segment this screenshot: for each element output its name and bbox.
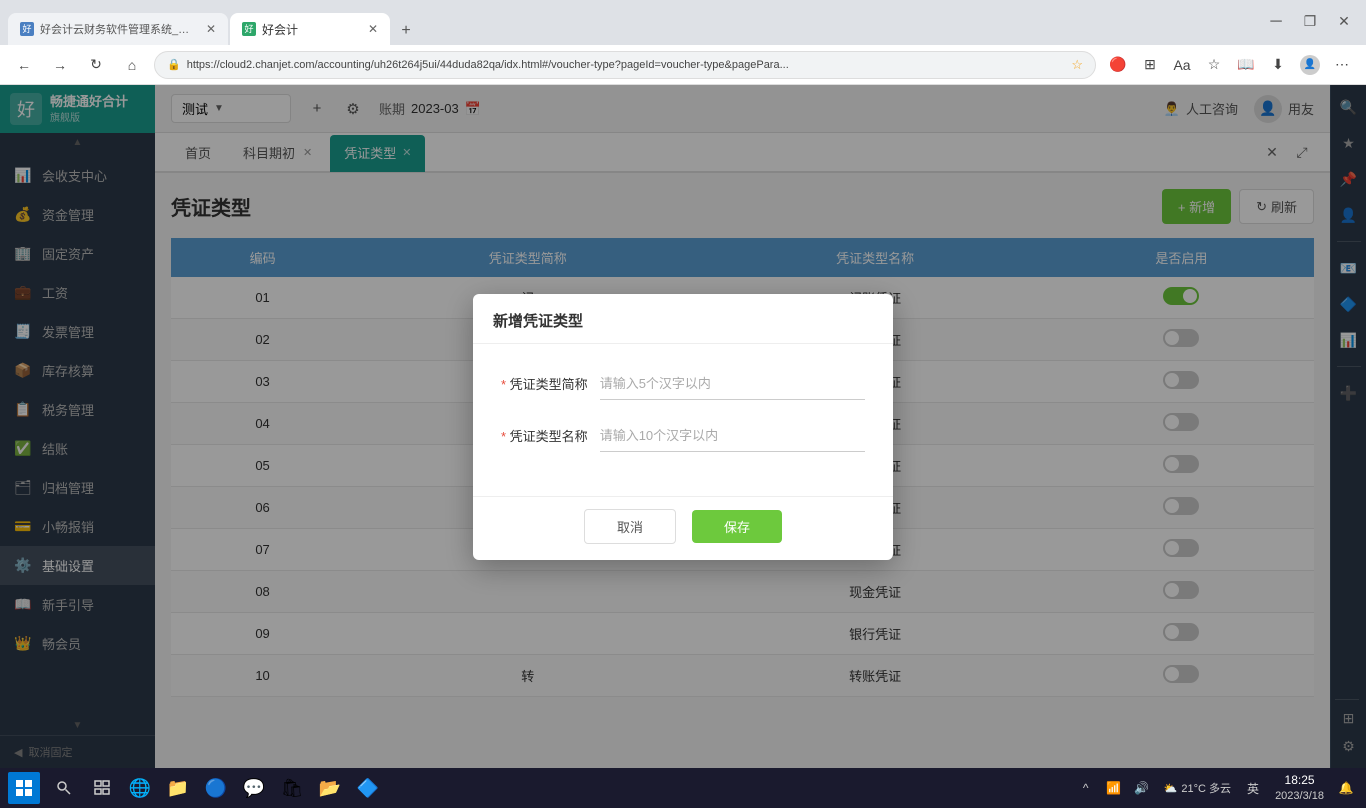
- split-view-button[interactable]: ⊞: [1136, 51, 1164, 79]
- add-voucher-type-modal: 新增凭证类型 凭证类型简称 凭证类型名称 取消 保存: [473, 294, 893, 560]
- new-tab-button[interactable]: +: [392, 17, 420, 45]
- extensions-button[interactable]: 🔴: [1104, 51, 1132, 79]
- modal-body: 凭证类型简称 凭证类型名称: [473, 344, 893, 496]
- url-bar[interactable]: 🔒 https://cloud2.chanjet.com/accounting/…: [154, 51, 1096, 79]
- taskbar-sys-icons: ^ 📶 🔊: [1074, 776, 1154, 800]
- taskbar-task-view[interactable]: [86, 772, 118, 804]
- modal-title: 新增凭证类型: [493, 313, 583, 330]
- close-button[interactable]: ✕: [1330, 8, 1358, 36]
- browser-nav: ← → ↻ ⌂ 🔒 https://cloud2.chanjet.com/acc…: [0, 45, 1366, 85]
- forward-button[interactable]: →: [46, 51, 74, 79]
- downloads-button[interactable]: ⬇: [1264, 51, 1292, 79]
- maximize-button[interactable]: ❐: [1296, 8, 1324, 36]
- taskbar-explorer[interactable]: 📁: [162, 772, 194, 804]
- full-name-field: 凭证类型名称: [501, 420, 865, 452]
- taskbar-right: ^ 📶 🔊 ⛅ 21°C 多云 英 18:25 2023/3/18 🔔: [1074, 772, 1358, 804]
- full-name-input[interactable]: [600, 420, 865, 452]
- taskbar-edge-app[interactable]: 🔷: [352, 772, 384, 804]
- tab-close-1[interactable]: ✕: [206, 22, 216, 36]
- bookmark-icon[interactable]: ☆: [1071, 57, 1083, 73]
- tab-title-2: 好会计: [262, 21, 362, 38]
- nav-right-icons: 🔴 ⊞ Aa ☆ 📖 ⬇ 👤 ⋯: [1104, 51, 1356, 79]
- taskbar-volume[interactable]: 🔊: [1130, 776, 1154, 800]
- profile-button[interactable]: 👤: [1296, 51, 1324, 79]
- more-button[interactable]: ⋯: [1328, 51, 1356, 79]
- taskbar-edge[interactable]: 🌐: [124, 772, 156, 804]
- date-text: 2023/3/18: [1275, 789, 1324, 804]
- modal-overlay: 新增凭证类型 凭证类型简称 凭证类型名称 取消 保存: [0, 85, 1366, 768]
- weather-text: 21°C 多云: [1181, 780, 1231, 796]
- save-button[interactable]: 保存: [692, 510, 782, 543]
- full-name-label: 凭证类型名称: [501, 426, 588, 445]
- taskbar-store[interactable]: 🛍: [276, 772, 308, 804]
- modal-footer: 取消 保存: [473, 496, 893, 560]
- cancel-button[interactable]: 取消: [584, 509, 676, 544]
- taskbar-chrome[interactable]: 🔵: [200, 772, 232, 804]
- browser-tabs: 好 好会计云财务软件管理系统_会计 ✕ 好 好会计 ✕ +: [8, 0, 1256, 45]
- weather-icon: ⛅: [1164, 782, 1178, 795]
- modal-header: 新增凭证类型: [473, 294, 893, 344]
- time-text: 18:25: [1275, 772, 1324, 789]
- taskbar-wechat[interactable]: 💬: [238, 772, 270, 804]
- taskbar: 🌐 📁 🔵 💬 🛍 📂 🔷 ^ 📶 🔊 ⛅ 21°C 多云 英 18:25 20…: [0, 768, 1366, 808]
- taskbar-files[interactable]: 📂: [314, 772, 346, 804]
- taskbar-notifications[interactable]: 🔔: [1334, 776, 1358, 800]
- short-name-field: 凭证类型简称: [501, 368, 865, 400]
- zoom-button[interactable]: Aa: [1168, 51, 1196, 79]
- tab-title-1: 好会计云财务软件管理系统_会计: [40, 21, 200, 37]
- reading-mode-button[interactable]: 📖: [1232, 51, 1260, 79]
- short-name-label: 凭证类型简称: [501, 374, 588, 393]
- browser-tab-2[interactable]: 好 好会计 ✕: [230, 13, 390, 45]
- favorites-button[interactable]: ☆: [1200, 51, 1228, 79]
- lang-text: 英: [1247, 780, 1259, 797]
- short-name-input[interactable]: [600, 368, 865, 400]
- taskbar-search[interactable]: [48, 772, 80, 804]
- taskbar-time[interactable]: 18:25 2023/3/18: [1275, 772, 1324, 804]
- tab-close-2[interactable]: ✕: [368, 22, 378, 36]
- taskbar-lang[interactable]: 英: [1241, 776, 1265, 800]
- refresh-button[interactable]: ↻: [82, 51, 110, 79]
- minimize-button[interactable]: ─: [1262, 8, 1290, 36]
- back-button[interactable]: ←: [10, 51, 38, 79]
- home-button[interactable]: ⌂: [118, 51, 146, 79]
- taskbar-weather[interactable]: ⛅ 21°C 多云: [1164, 780, 1231, 796]
- taskbar-network[interactable]: 📶: [1102, 776, 1126, 800]
- taskbar-chevron[interactable]: ^: [1074, 776, 1098, 800]
- tab-favicon-2: 好: [242, 22, 256, 36]
- lock-icon: 🔒: [167, 58, 181, 71]
- tab-favicon-1: 好: [20, 22, 34, 36]
- start-button[interactable]: [8, 772, 40, 804]
- url-text: https://cloud2.chanjet.com/accounting/uh…: [187, 59, 1066, 71]
- browser-chrome: 好 好会计云财务软件管理系统_会计 ✕ 好 好会计 ✕ + ─ ❐ ✕: [0, 0, 1366, 45]
- browser-tab-1[interactable]: 好 好会计云财务软件管理系统_会计 ✕: [8, 13, 228, 45]
- taskbar-icons: 🌐 📁 🔵 💬 🛍 📂 🔷: [48, 772, 384, 804]
